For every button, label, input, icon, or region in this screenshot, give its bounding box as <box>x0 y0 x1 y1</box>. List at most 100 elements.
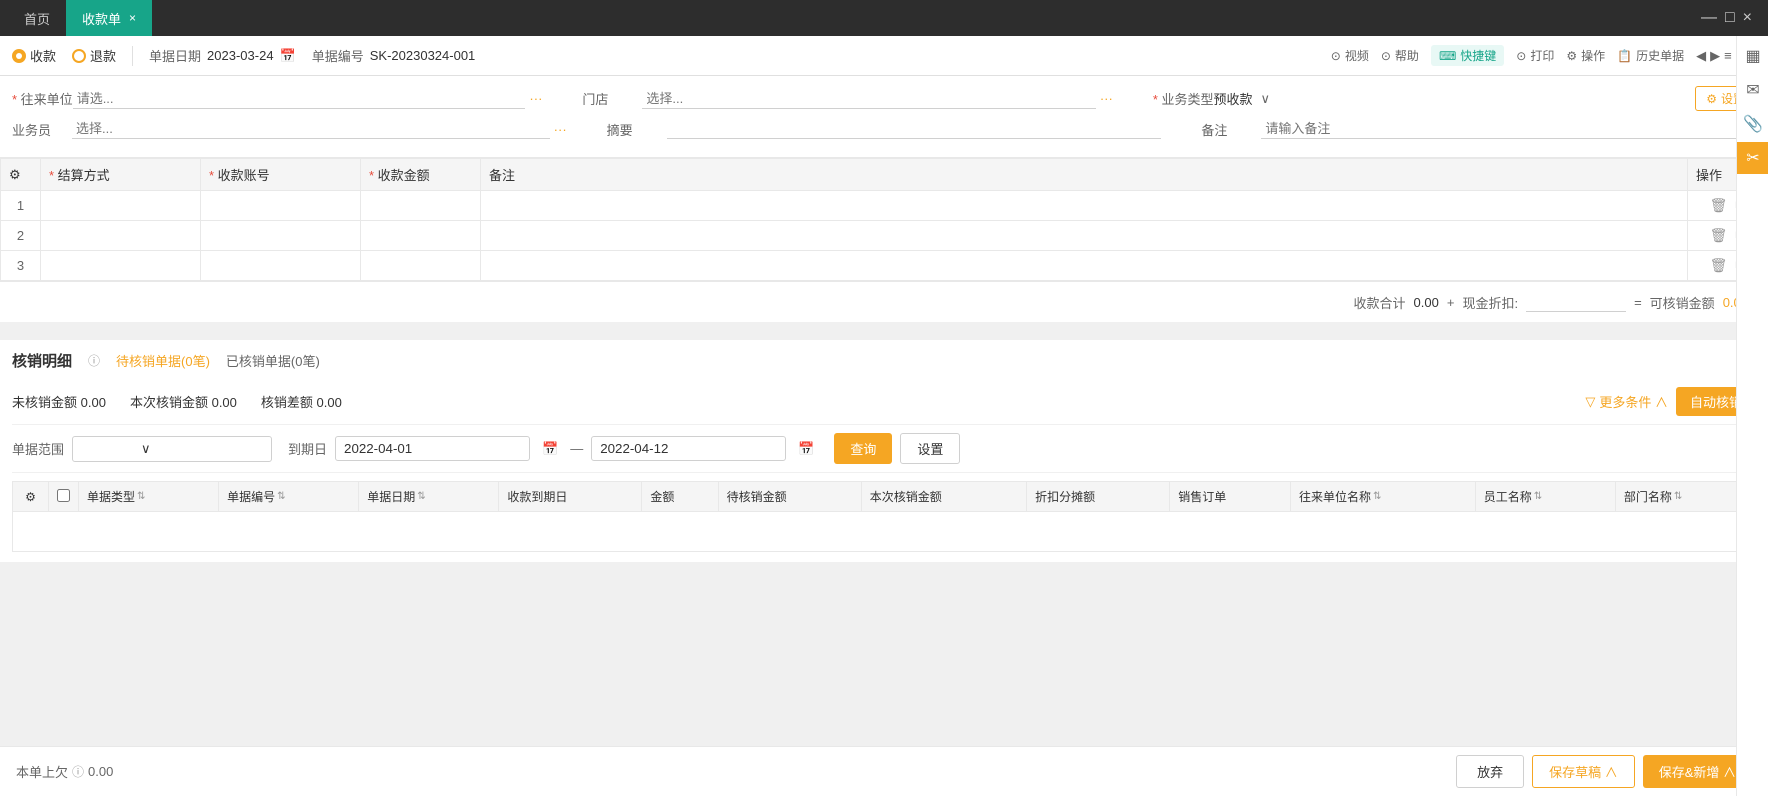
ops-btn[interactable]: ⚙ 操作 <box>1566 47 1605 64</box>
bottom-info-icon[interactable]: ⓘ <box>72 763 84 780</box>
select-all-checkbox[interactable] <box>57 489 70 502</box>
sidebar-table-icon[interactable]: ▦ <box>1737 40 1768 72</box>
remark-label: 备注 <box>1201 120 1261 139</box>
ops-icon: ⚙ <box>1566 49 1577 63</box>
radio-receipt-dot <box>12 49 26 63</box>
video-btn[interactable]: ⊙ 视频 <box>1331 47 1369 64</box>
calendar-icon[interactable]: 📅 <box>280 48 296 64</box>
due-date-start-input[interactable] <box>335 436 530 461</box>
verify-table-body <box>13 512 1756 552</box>
stat-diff: 核销差额 0.00 <box>261 392 342 411</box>
doc-type-sort[interactable]: 单据类型 ⇅ <box>87 488 210 505</box>
business-type-arrow-icon: ∨ <box>1261 91 1271 107</box>
dept-sort[interactable]: 部门名称 ⇅ <box>1624 488 1747 505</box>
cal-start-icon[interactable]: 📅 <box>542 441 558 457</box>
employee-sort[interactable]: 员工名称 ⇅ <box>1484 488 1607 505</box>
nav-next-icon[interactable]: ▶ <box>1710 48 1720 64</box>
print-btn[interactable]: ⊙ 打印 <box>1516 47 1554 64</box>
filter-settings-button[interactable]: 设置 <box>900 433 960 464</box>
radio-group: 收款 退款 <box>12 46 116 65</box>
doc-range-arrow-icon: ∨ <box>141 441 151 457</box>
discount-input[interactable] <box>1526 292 1626 312</box>
shortcut-btn[interactable]: ⌨ 快捷键 <box>1431 45 1504 66</box>
amount-3[interactable] <box>361 251 481 281</box>
due-date-end-input[interactable] <box>591 436 786 461</box>
business-type-select[interactable]: 预收款 ∨ <box>1214 89 1271 108</box>
tab-receipt[interactable]: 收款单 × <box>66 0 152 36</box>
more-filter-btn[interactable]: ▽ 更多条件 ∧ <box>1585 392 1668 411</box>
minimize-btn[interactable]: — <box>1701 9 1717 27</box>
verify-tab-done[interactable]: 已核销单据(0笔) <box>226 351 320 370</box>
stat-uncancelled: 未核销金额 0.00 <box>12 392 106 411</box>
summary-input[interactable] <box>667 119 1162 139</box>
nav-prev-icon[interactable]: ◀ <box>1696 48 1706 64</box>
radio-receipt[interactable]: 收款 <box>12 46 56 65</box>
divider-1 <box>132 46 133 66</box>
account-no-3[interactable] <box>201 251 361 281</box>
salesperson-input[interactable] <box>72 119 550 139</box>
delete-icon-3[interactable]: 🗑 <box>1710 257 1728 274</box>
counterparty-input[interactable] <box>73 89 526 109</box>
employee-name-header: 员工名称 ⇅ <box>1475 482 1615 512</box>
remark-3[interactable] <box>481 251 1688 281</box>
verify-tab-pending[interactable]: 待核销单据(0笔) <box>116 351 210 370</box>
help-btn[interactable]: ⊙ 帮助 <box>1381 47 1419 64</box>
counterparty-more-icon[interactable]: ··· <box>529 91 542 106</box>
salesperson-more-icon[interactable]: ··· <box>554 122 567 137</box>
counterparty-name-header: 往来单位名称 ⇅ <box>1291 482 1476 512</box>
doc-date-label: 单据日期 <box>367 488 415 505</box>
amount-header: 金额 <box>642 482 718 512</box>
tab-home[interactable]: 首页 <box>8 0 66 36</box>
verifiable-label: 可核销金额 <box>1650 293 1715 312</box>
counterparty-sort[interactable]: 往来单位名称 ⇅ <box>1299 488 1467 505</box>
settle-method-2[interactable] <box>41 221 201 251</box>
history-btn[interactable]: 📋 历史单据 <box>1617 47 1684 64</box>
amount-1[interactable] <box>361 191 481 221</box>
right-sidebar: ▦ ✉ 📎 ✂ <box>1736 36 1768 796</box>
doc-no-sort[interactable]: 单据编号 ⇅ <box>227 488 350 505</box>
account-no-1[interactable] <box>201 191 361 221</box>
gear-column-header[interactable]: ⚙ <box>1 159 41 191</box>
amount-2[interactable] <box>361 221 481 251</box>
delete-icon-2[interactable]: 🗑 <box>1710 227 1728 244</box>
filter-right: ▽ 更多条件 ∧ 自动核销 <box>1585 387 1756 416</box>
delete-icon-1[interactable]: 🗑 <box>1710 197 1728 214</box>
verify-checkbox-header[interactable] <box>49 482 79 512</box>
radio-refund[interactable]: 退款 <box>72 46 116 65</box>
summary-field: 摘要 <box>607 119 1162 139</box>
filter-icon: ▽ <box>1585 394 1595 410</box>
tab-close-icon[interactable]: × <box>129 11 136 25</box>
doc-range-select[interactable]: ∨ <box>72 436 272 462</box>
doc-date-sort[interactable]: 单据日期 ⇅ <box>367 488 490 505</box>
abandon-button[interactable]: 放弃 <box>1456 755 1524 788</box>
nav-list-icon[interactable]: ≡ <box>1724 48 1732 63</box>
doc-no-header: 单据编号 ⇅ <box>219 482 359 512</box>
table-row: 3 🗑 ⧉ <box>1 251 1768 281</box>
sidebar-scissors-icon[interactable]: ✂ <box>1737 142 1768 174</box>
maximize-btn[interactable]: □ <box>1725 9 1735 27</box>
verify-section: 核销明细 ⓘ 待核销单据(0笔) 已核销单据(0笔) 未核销金额 0.00 本次… <box>0 340 1768 562</box>
store-more-icon[interactable]: ··· <box>1100 91 1113 106</box>
ops-label: 操作 <box>1581 47 1605 64</box>
remark-2[interactable] <box>481 221 1688 251</box>
close-btn[interactable]: × <box>1743 9 1752 27</box>
verify-info-icon[interactable]: ⓘ <box>88 352 100 369</box>
sidebar-attachment-icon[interactable]: 📎 <box>1737 108 1768 140</box>
account-no-2[interactable] <box>201 221 361 251</box>
remark-1[interactable] <box>481 191 1688 221</box>
remark-input[interactable] <box>1261 119 1756 139</box>
cal-end-icon[interactable]: 📅 <box>798 441 814 457</box>
settle-method-3[interactable] <box>41 251 201 281</box>
remark-field: 备注 <box>1201 119 1756 139</box>
sidebar-mail-icon[interactable]: ✉ <box>1737 74 1768 106</box>
verify-gear-header[interactable]: ⚙ <box>13 482 49 512</box>
store-input[interactable] <box>642 89 1095 109</box>
stat-current-label: 本次核销金额 <box>130 395 208 410</box>
pending-amount-header: 待核销金额 <box>718 482 861 512</box>
business-type-label: 业务类型 <box>1153 89 1214 108</box>
save-draft-button[interactable]: 保存草稿 ∧ <box>1532 755 1635 788</box>
doc-type-label: 单据类型 <box>87 488 135 505</box>
stat-uncancelled-label: 未核销金额 <box>12 395 77 410</box>
query-button[interactable]: 查询 <box>834 433 892 464</box>
settle-method-1[interactable] <box>41 191 201 221</box>
